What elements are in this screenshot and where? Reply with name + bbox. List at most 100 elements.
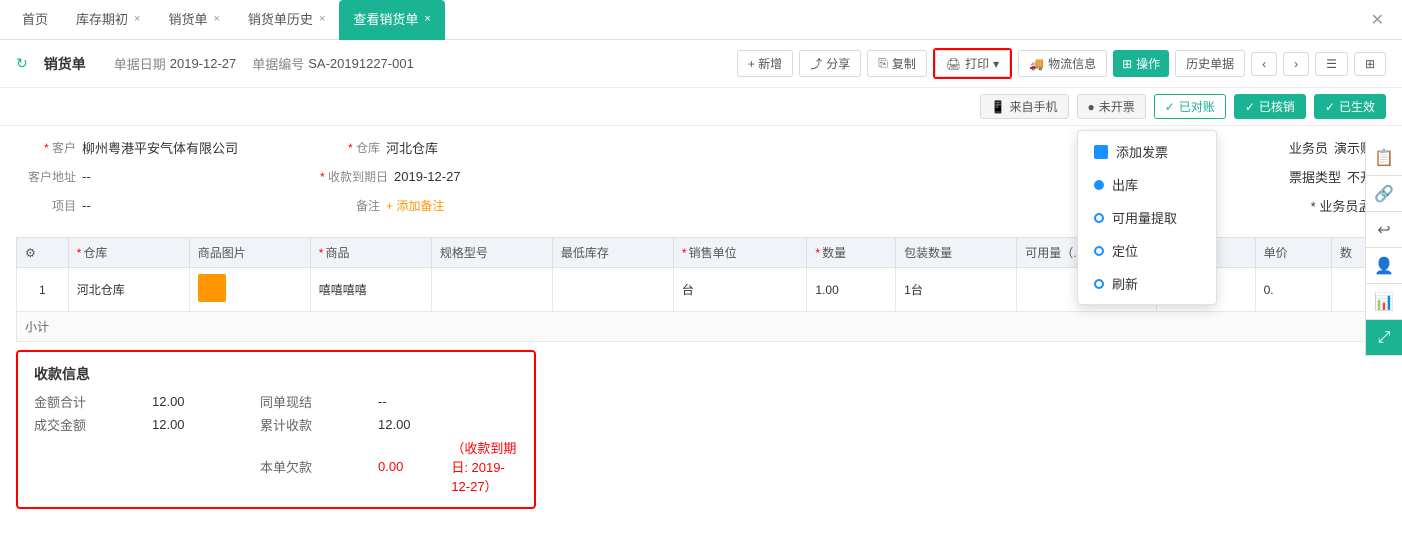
due-date-note: （收款到期日: 2019-12-27） bbox=[451, 438, 518, 495]
tab-sales-history-close[interactable]: × bbox=[319, 13, 325, 25]
row-product-img bbox=[189, 268, 310, 312]
same-bill-label: 同单现结 bbox=[260, 392, 330, 411]
doc-header: ↻ 销货单 单据日期 2019-12-27 单据编号 SA-20191227-0… bbox=[0, 40, 1402, 88]
effect-icon: ✓ bbox=[1325, 100, 1335, 114]
note-label: 备注 bbox=[320, 197, 380, 214]
global-close-button[interactable]: ✕ bbox=[1361, 10, 1394, 30]
col-qty: *数量 bbox=[807, 238, 896, 268]
due-amount-value: 0.00 bbox=[378, 459, 403, 474]
tab-home[interactable]: 首页 bbox=[8, 0, 62, 40]
col-unit: *销售单位 bbox=[673, 238, 806, 268]
copy-icon: ⎘ bbox=[878, 56, 888, 71]
phone-icon: 📱 bbox=[991, 100, 1006, 114]
cancel-done-button[interactable]: ✓ 已核销 bbox=[1234, 94, 1306, 119]
customer-value[interactable]: 柳州粤港平安气体有限公司 bbox=[82, 138, 238, 157]
payment-row-1: 金额合计 12.00 同单现结 -- bbox=[34, 392, 518, 411]
project-value[interactable]: -- bbox=[82, 198, 91, 213]
row-min-stock bbox=[552, 268, 673, 312]
row-unit[interactable]: 台 bbox=[673, 268, 806, 312]
payment-rows: 金额合计 12.00 同单现结 -- 成交金额 12.00 累计收款 12.00… bbox=[34, 392, 518, 495]
address-field: 客户地址 -- bbox=[16, 168, 296, 185]
truck-icon: 🚚 bbox=[1029, 57, 1044, 71]
share-button[interactable]: ⤴ 分享 bbox=[799, 50, 861, 77]
col-price: 单价 bbox=[1255, 238, 1331, 268]
list-view-button[interactable]: ☰ bbox=[1315, 52, 1348, 76]
right-icon-clipboard[interactable]: 📋 bbox=[1366, 140, 1402, 176]
row-price[interactable]: 0. bbox=[1255, 268, 1331, 312]
tab-inventory-close[interactable]: × bbox=[134, 13, 140, 25]
note-field: 备注 + 添加备注 bbox=[320, 197, 600, 214]
tab-view-sales-close[interactable]: × bbox=[424, 13, 430, 25]
next-button[interactable]: › bbox=[1283, 52, 1309, 76]
menu-locate[interactable]: 定位 bbox=[1078, 234, 1216, 267]
row-warehouse: 河北仓库 bbox=[68, 268, 189, 312]
menu-add-invoice[interactable]: 添加发票 bbox=[1078, 135, 1216, 168]
project-field: 项目 -- bbox=[16, 197, 296, 214]
tab-sales[interactable]: 销货单 × bbox=[154, 0, 233, 40]
grid-view-button[interactable]: ⊞ bbox=[1354, 52, 1386, 76]
col-product: *商品 bbox=[310, 238, 431, 268]
col-warehouse: *仓库 bbox=[68, 238, 189, 268]
right-icon-undo[interactable]: ↩ bbox=[1366, 212, 1402, 248]
tab-inventory[interactable]: 库存期初 × bbox=[62, 0, 154, 40]
copy-button[interactable]: ⎘ 复制 bbox=[867, 50, 927, 77]
business-label: * 业务员孟 bbox=[1311, 196, 1372, 215]
prev-button[interactable]: ‹ bbox=[1251, 52, 1277, 76]
row-pack-qty[interactable]: 1台 bbox=[896, 268, 1017, 312]
from-phone-button[interactable]: 📱 来自手机 bbox=[980, 94, 1069, 119]
doc-title-area: ↻ 销货单 单据日期 2019-12-27 单据编号 SA-20191227-0… bbox=[16, 54, 737, 74]
right-icon-chart[interactable]: 📊 bbox=[1366, 284, 1402, 320]
check-icon: ✓ bbox=[1165, 100, 1175, 114]
tab-view-sales[interactable]: 查看销货单 × bbox=[339, 0, 444, 40]
cancel-done-icon: ✓ bbox=[1245, 100, 1255, 114]
col-spec: 规格型号 bbox=[431, 238, 552, 268]
effect-button[interactable]: ✓ 已生效 bbox=[1314, 94, 1386, 119]
customer-field: 客户 柳州粤港平安气体有限公司 bbox=[16, 138, 296, 157]
doc-date-field: 单据日期 2019-12-27 bbox=[114, 54, 237, 73]
sub-toolbar: 📱 来自手机 ● 未开票 ✓ 已对账 ✓ 已核销 ✓ 已生效 bbox=[0, 88, 1402, 126]
menu-refresh[interactable]: 刷新 bbox=[1078, 267, 1216, 300]
doc-meta: 单据日期 2019-12-27 单据编号 SA-20191227-001 bbox=[114, 54, 414, 73]
due-amount-label: 本单欠款 bbox=[260, 457, 330, 476]
history-button[interactable]: 历史单据 bbox=[1175, 50, 1245, 77]
add-invoice-icon bbox=[1094, 145, 1108, 159]
logistics-button[interactable]: 🚚 物流信息 bbox=[1018, 50, 1107, 77]
operate-button[interactable]: ⊞ 操作 bbox=[1113, 50, 1169, 77]
doc-number-value: SA-20191227-001 bbox=[308, 56, 414, 71]
print-button[interactable]: 🖨 打印 ▾ bbox=[935, 50, 1010, 77]
share-icon: ⤴ bbox=[810, 55, 822, 72]
main-content: ↻ 销货单 单据日期 2019-12-27 单据编号 SA-20191227-0… bbox=[0, 40, 1402, 533]
tab-sales-close[interactable]: × bbox=[213, 13, 219, 25]
print-icon: 🖨 bbox=[946, 57, 961, 71]
doc-date-label: 单据日期 bbox=[114, 54, 166, 73]
address-label: 客户地址 bbox=[16, 168, 76, 185]
total-amount-label: 金额合计 bbox=[34, 392, 104, 411]
tab-sales-history[interactable]: 销货单历史 × bbox=[234, 0, 339, 40]
new-button[interactable]: + 新增 bbox=[737, 50, 793, 77]
deal-amount-label: 成交金额 bbox=[34, 415, 104, 434]
right-icon-link[interactable]: 🔗 bbox=[1366, 176, 1402, 212]
address-value[interactable]: -- bbox=[82, 169, 91, 184]
warehouse-label: 仓库 bbox=[320, 139, 380, 156]
col-pack-qty: 包装数量 bbox=[896, 238, 1017, 268]
row-product-name[interactable]: 嘻嘻嘻嘻 bbox=[310, 268, 431, 312]
due-date-field: 收款到期日 2019-12-27 bbox=[320, 168, 600, 185]
locate-icon bbox=[1094, 246, 1104, 256]
row-qty[interactable]: 1.00 bbox=[807, 268, 896, 312]
doc-number-label: 单据编号 bbox=[252, 54, 304, 73]
menu-available-extract[interactable]: 可用量提取 bbox=[1078, 201, 1216, 234]
menu-outbound[interactable]: 出库 bbox=[1078, 168, 1216, 201]
tab-bar: 首页 库存期初 × 销货单 × 销货单历史 × 查看销货单 × ✕ bbox=[0, 0, 1402, 40]
col-min-stock: 最低库存 bbox=[552, 238, 673, 268]
due-date-value[interactable]: 2019-12-27 bbox=[394, 169, 461, 184]
right-icon-expand[interactable]: ⤢ bbox=[1366, 320, 1402, 356]
right-icon-user[interactable]: 👤 bbox=[1366, 248, 1402, 284]
check-done-button[interactable]: ✓ 已对账 bbox=[1154, 94, 1226, 119]
add-note-button[interactable]: + 添加备注 bbox=[386, 197, 444, 214]
dropdown-menu: 添加发票 出库 可用量提取 定位 刷新 bbox=[1077, 130, 1217, 305]
same-bill-value: -- bbox=[378, 394, 438, 409]
col-gear[interactable]: ⚙ bbox=[17, 238, 69, 268]
row-spec[interactable] bbox=[431, 268, 552, 312]
warehouse-value[interactable]: 河北仓库 bbox=[386, 138, 438, 157]
not-open-button[interactable]: ● 未开票 bbox=[1077, 94, 1146, 119]
